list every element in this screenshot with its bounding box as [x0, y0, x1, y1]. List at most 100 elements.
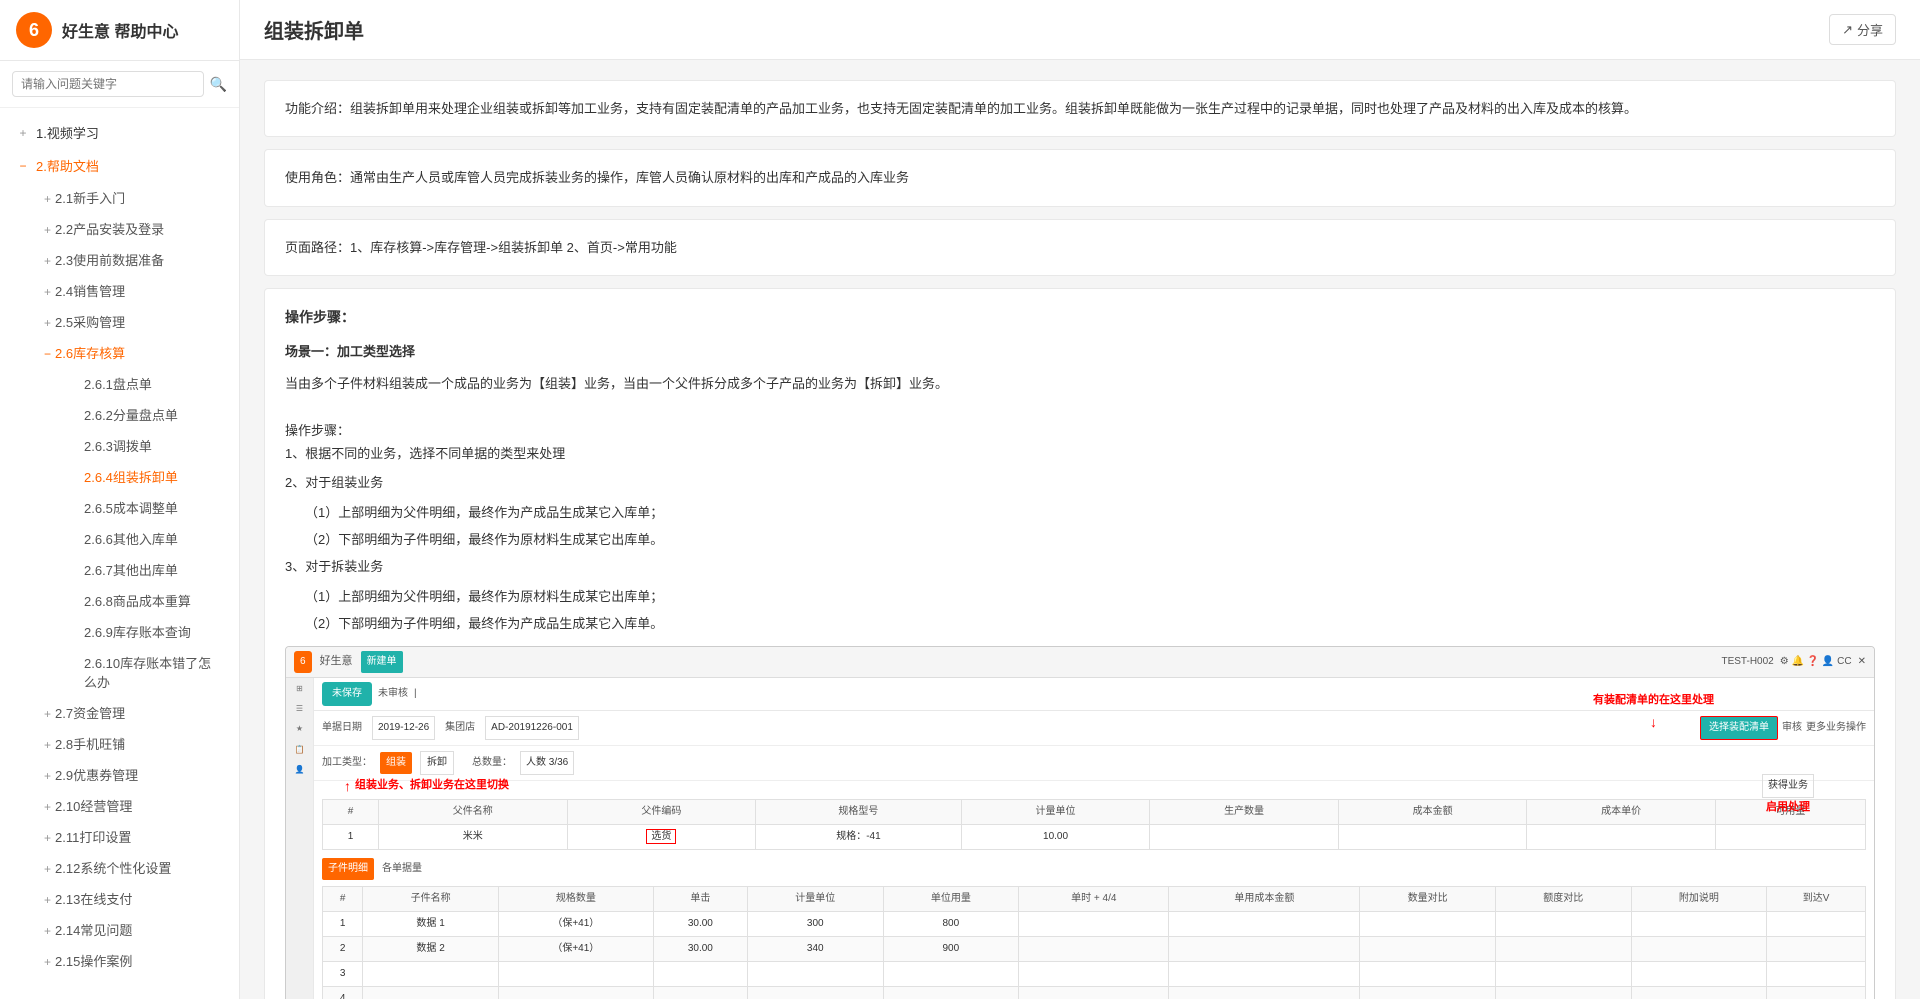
sidebar-item-2-14[interactable]: +2.14常见问题	[28, 914, 239, 945]
sc-sub-th-actual: 单时 + 4/4	[1019, 886, 1169, 911]
search-input[interactable]	[12, 71, 204, 97]
sidebar-item-2-6-6[interactable]: 2.6.6其他入库单	[68, 523, 239, 554]
sc-td-costamt	[1338, 824, 1527, 849]
sidebar-item-2-8[interactable]: +2.8手机旺铺	[28, 728, 239, 759]
sidebar-item-2-6-2[interactable]: 2.6.2分量盘点单	[68, 399, 239, 430]
page-title: 组装拆卸单	[264, 15, 364, 44]
sidebar-item-label: 1.视频学习	[36, 123, 99, 142]
sc-enable-input[interactable]: 获得业务	[1762, 774, 1814, 798]
sc-assembly-btn[interactable]: 组装	[380, 752, 412, 774]
expand-icon: −	[16, 159, 30, 173]
app-name: 好生意 帮助中心	[62, 18, 178, 42]
path-card: 页面路径：1、库存核算->库存管理->组装拆卸单 2、首页->常用功能	[264, 219, 1896, 276]
sidebar-item-2-9[interactable]: +2.9优惠券管理	[28, 759, 239, 790]
share-icon: ↗	[1842, 22, 1853, 38]
sc-th-name: 父件名称	[379, 799, 568, 824]
sc-titlebar: 6 好生意 新建单 TEST-H002 ⚙ 🔔 ❓ 👤 CC ✕	[286, 647, 1874, 678]
sidebar-item-2-6-9[interactable]: 2.6.9库存账本查询	[68, 616, 239, 647]
sidebar-item-2-13[interactable]: +2.13在线支付	[28, 883, 239, 914]
sc-user-icon[interactable]: 👤	[295, 763, 305, 777]
sidebar-item-2-15[interactable]: +2.15操作案例	[28, 945, 239, 976]
sc-sidebar-icons: ⊞ ☰ ★ 📋 👤	[286, 678, 314, 999]
sidebar-item-video[interactable]: + 1.视频学习	[0, 116, 239, 149]
sc-td-num: 1	[323, 824, 379, 849]
sidebar-header: 6 好生意 帮助中心	[0, 0, 239, 61]
sc-appname: 好生意	[320, 652, 353, 672]
sc-td-avail	[1715, 824, 1865, 849]
annotation1: 有装配清单的在这里处理	[1593, 691, 1714, 711]
sc-th-unit: 计量单位	[961, 799, 1150, 824]
sc-th-spec: 规格型号	[756, 799, 962, 824]
sidebar-item-2-6-8[interactable]: 2.6.8商品成本重算	[68, 585, 239, 616]
sc-td-code: 选货	[567, 824, 756, 849]
sc-subtable-label: 各单据量	[382, 860, 422, 878]
sc-child-table: # 子件名称 规格数量 单击 计量单位 单位用量 单时 + 4/4 单用成本金额	[322, 886, 1866, 999]
search-button[interactable]: 🔍	[210, 76, 227, 93]
sidebar-item-2-6-4[interactable]: 2.6.4组装拆卸单	[68, 461, 239, 492]
sc-th-qty: 生产数量	[1150, 799, 1339, 824]
sc-subtable-title: 子件明细	[322, 858, 374, 880]
step2-sub1: （1）上部明细为父件明细，最终作为产成品生成某它入库单；	[285, 501, 1875, 524]
sc-menu-label: 未审核	[378, 685, 408, 703]
search-container: 🔍	[0, 61, 239, 108]
sidebar-item-2-11[interactable]: +2.11打印设置	[28, 821, 239, 852]
sc-book-icon[interactable]: 📋	[295, 743, 305, 757]
sc-sub-row-4: 4	[323, 986, 1866, 999]
sc-sub-th-usage: 单位用量	[883, 886, 1019, 911]
intro-text: 功能介绍：组装拆卸单用来处理企业组装或拆卸等加工业务，支持有固定装配清单的产品加…	[285, 97, 1875, 120]
sc-sub-row-2: 2数据 2（保+41）30.00340900	[323, 936, 1866, 961]
step1: 1、根据不同的业务，选择不同单据的类型来处理	[285, 442, 1875, 465]
sc-disassemble-btn[interactable]: 拆卸	[420, 751, 454, 775]
sidebar-item-2-6-5[interactable]: 2.6.5成本调整单	[68, 492, 239, 523]
main-area: 组装拆卸单 ↗ 分享 功能介绍：组装拆卸单用来处理企业组装或拆卸等加工业务，支持…	[240, 0, 1920, 999]
sc-sub-th-adjqty: 单击	[653, 886, 747, 911]
sc-count-label: 总数量：	[472, 754, 512, 772]
sc-newtab[interactable]: 新建单	[361, 651, 403, 673]
sc-th-code: 父件编码	[567, 799, 756, 824]
sidebar-item-2-4[interactable]: +2.4销售管理	[28, 275, 239, 306]
sidebar-item-2-6-1[interactable]: 2.6.1盘点单	[68, 368, 239, 399]
share-button[interactable]: ↗ 分享	[1829, 14, 1896, 45]
sc-td-prodqty	[1150, 824, 1339, 849]
sc-more-label: 更多业务操作	[1806, 719, 1866, 737]
sidebar-item-2-6-7[interactable]: 2.6.7其他出库单	[68, 554, 239, 585]
sidebar-item-label: 2.帮助文档	[36, 156, 99, 175]
sc-th-num: #	[323, 799, 379, 824]
sidebar-item-2-3[interactable]: +2.3使用前数据准备	[28, 244, 239, 275]
intro-card: 功能介绍：组装拆卸单用来处理企业组装或拆卸等加工业务，支持有固定装配清单的产品加…	[264, 80, 1896, 137]
table-row: 1 米米 选货 规格：-41 10.00	[323, 824, 1866, 849]
sc-tab-active[interactable]: 未保存	[322, 682, 372, 706]
sidebar-item-2-6[interactable]: −2.6库存核算	[28, 337, 239, 368]
sc-subtable-area: # 子件名称 规格数量 单击 计量单位 单位用量 单时 + 4/4 单用成本金额	[314, 884, 1874, 999]
sc-star-icon[interactable]: ★	[296, 722, 303, 736]
steps-card: 操作步骤： 场景一：加工类型选择 当由多个子件材料组装成一个成品的业务为【组装】…	[264, 288, 1896, 999]
sc-sub-th-cost: 单用成本金额	[1169, 886, 1360, 911]
sc-td-unitp	[1527, 824, 1716, 849]
sc-sub-th-origqty: 规格数量	[498, 886, 653, 911]
sidebar-item-2-7[interactable]: +2.7资金管理	[28, 697, 239, 728]
sc-subtable-header: 子件明细 各单据量	[314, 854, 1874, 884]
screenshot: 6 好生意 新建单 TEST-H002 ⚙ 🔔 ❓ 👤 CC ✕ ⊞ ☰	[285, 646, 1875, 999]
sc-top-table-area: # 父件名称 父件编码 规格型号 计量单位 生产数量 成本金额 成本单价 可用量	[314, 781, 1874, 854]
sc-home-icon[interactable]: ⊞	[296, 682, 303, 696]
sidebar-item-2-2[interactable]: +2.2产品安装及登录	[28, 213, 239, 244]
sc-th-cost: 成本金额	[1338, 799, 1527, 824]
sidebar-item-2-12[interactable]: +2.12系统个性化设置	[28, 852, 239, 883]
sidebar-item-2-6-3[interactable]: 2.6.3调拨单	[68, 430, 239, 461]
path-text: 页面路径：1、库存核算->库存管理->组装拆卸单 2、首页->常用功能	[285, 236, 1875, 259]
sc-sub-th-name: 子件名称	[363, 886, 499, 911]
sc-sub-th-qcmp: 数量对比	[1360, 886, 1496, 911]
scene1-steps-title: 操作步骤：	[285, 419, 1875, 442]
step2-sub2: （2）下部明细为子件明细，最终作为原材料生成某它出库单。	[285, 528, 1875, 551]
sc-close-icon[interactable]: ✕	[1858, 653, 1866, 671]
sidebar-item-docs[interactable]: − 2.帮助文档 +2.1新手入门 +2.2产品安装及登录 +2.3使用前数据准…	[0, 149, 239, 976]
sc-menu-icon[interactable]: ☰	[296, 702, 303, 716]
sc-count-value: 人数 3/36	[520, 751, 574, 775]
main-header: 组装拆卸单 ↗ 分享	[240, 0, 1920, 60]
arrow-up-icon: ↑	[344, 774, 351, 799]
sidebar-item-2-1[interactable]: +2.1新手入门	[28, 182, 239, 213]
sidebar-item-2-5[interactable]: +2.5采购管理	[28, 306, 239, 337]
sc-td-unit: 10.00	[961, 824, 1150, 849]
sidebar-item-2-6-10[interactable]: 2.6.10库存账本错了怎么办	[68, 647, 239, 697]
sidebar-item-2-10[interactable]: +2.10经营管理	[28, 790, 239, 821]
